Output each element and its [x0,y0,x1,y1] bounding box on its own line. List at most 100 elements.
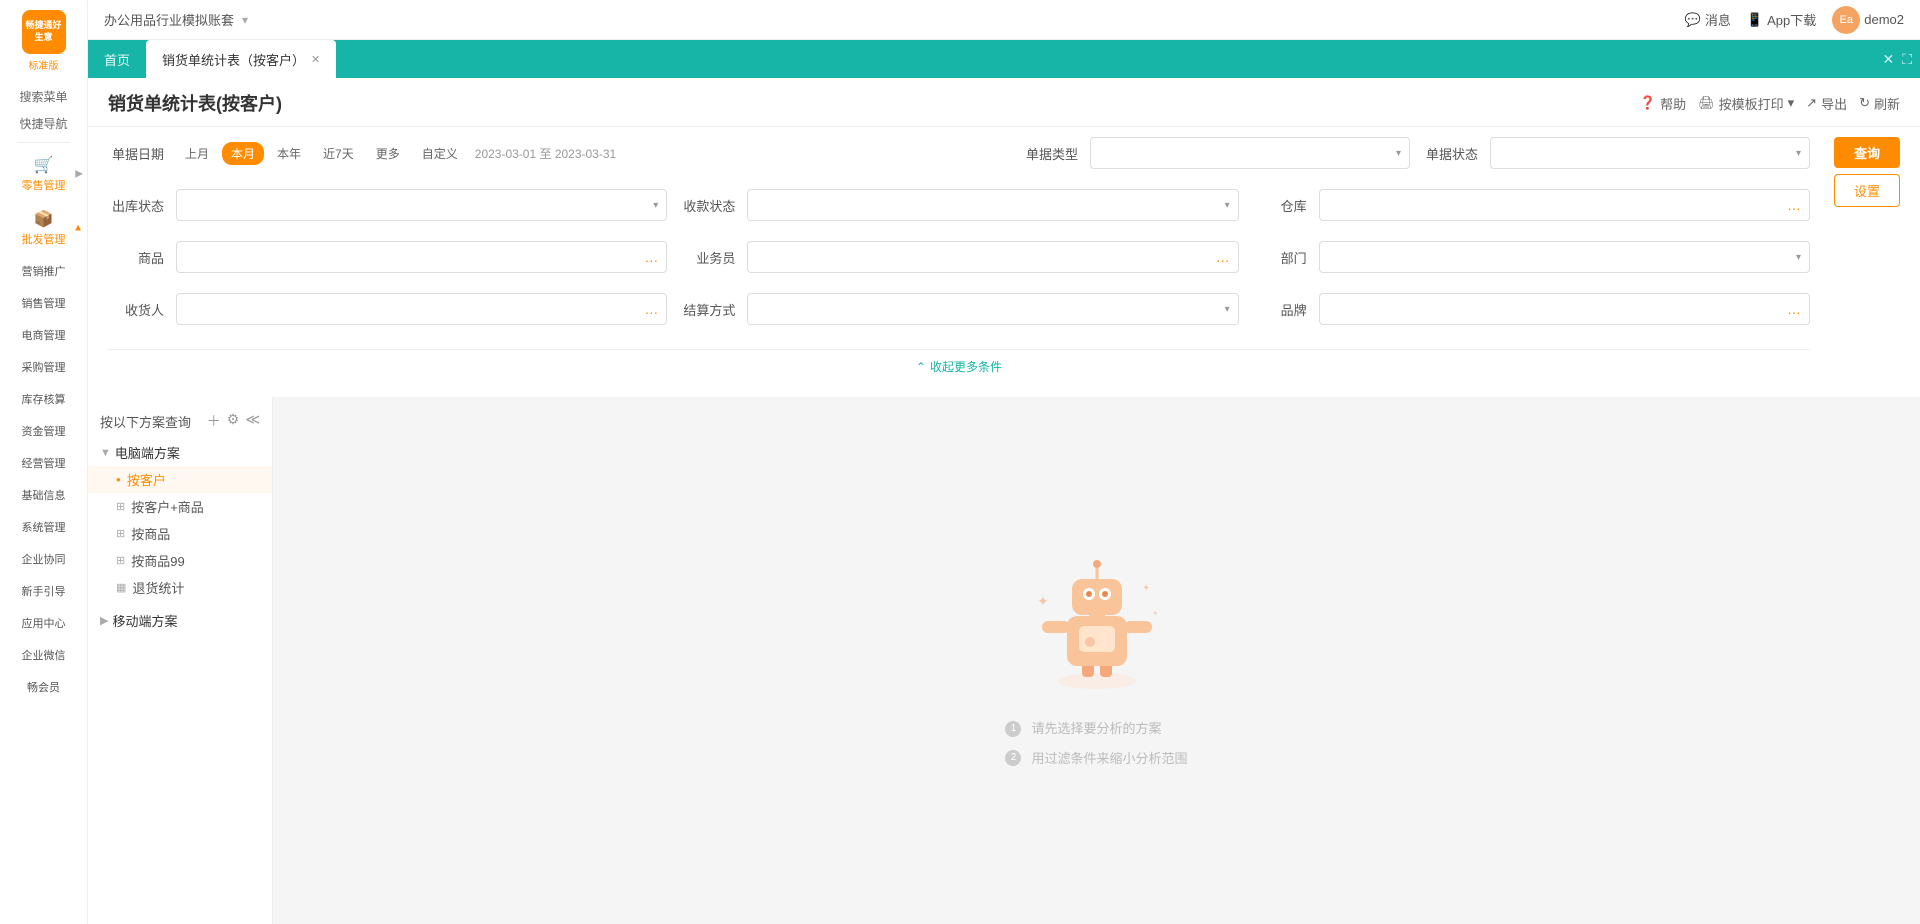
username-label: demo2 [1864,12,1904,27]
date-btn-last-month[interactable]: 上月 [176,142,218,165]
chevron-down-icon-5: ▾ [1796,252,1801,263]
sidebar-item-wechat[interactable]: 企业微信 [0,639,87,671]
add-scheme-icon[interactable]: ＋ [207,411,221,431]
settings-scheme-icon[interactable]: ⚙ [227,411,240,431]
sidebar-item-inventory[interactable]: 库存核算 [0,383,87,415]
pc-group-label: 电脑端方案 [115,443,180,462]
consignee-input[interactable]: … [176,293,667,325]
hint-text-2: 用过滤条件来缩小分析范围 [1031,747,1187,770]
page-title: 销货单统计表(按客户) [108,90,282,116]
date-range-display: 2023-03-01 至 2023-03-31 [475,145,616,162]
chevron-down-icon-2: ▾ [1796,148,1801,159]
warehouse-label: 仓库 [1251,196,1307,215]
body-area: 按以下方案查询 ＋ ⚙ ≪ ▼ 电脑端方案 ● 按客户 [88,397,1920,924]
tab-close-icon[interactable]: ✕ [311,53,320,66]
sidebar-item-basic[interactable]: 基础信息 [0,479,87,511]
close-window-icon[interactable]: ✕ [1882,51,1894,68]
date-btn-this-year[interactable]: 本年 [268,142,310,165]
tree-item-by-customer-product[interactable]: ⊞ 按客户+商品 [88,493,272,520]
out-status-select[interactable]: ▾ [176,189,667,221]
tabbar: 首页 销货单统计表（按客户） ✕ ✕ ⛶ [88,40,1920,78]
collapse-icon: ⌃ [916,360,926,374]
product-dots-icon[interactable]: … [644,249,658,265]
chevron-down-icon-4: ▾ [1225,200,1230,211]
empty-hints: 1 请先选择要分析的方案 2 用过滤条件来缩小分析范围 [1005,717,1187,770]
sidebar-item-guide[interactable]: 新手引导 [0,575,87,607]
chevron-down-icon: ▾ [1396,148,1401,159]
sidebar-item-operation[interactable]: 经营管理 [0,447,87,479]
doc-type-select[interactable]: ▾ [1090,137,1410,169]
product-input[interactable]: … [176,241,667,273]
date-btn-custom[interactable]: 自定义 [413,142,467,165]
date-btn-more[interactable]: 更多 [367,142,409,165]
filter-row-2: 出库状态 ▾ 收款状态 ▾ 仓库 … [108,189,1810,221]
sidebar-item-retail[interactable]: 🛒 零售管理 ▶ [0,147,87,201]
tree-item-by-product[interactable]: ⊞ 按商品 [88,520,272,547]
message-icon: 💬 [1685,12,1701,28]
payment-status-select[interactable]: ▾ [747,189,1238,221]
tree-item-by-customer[interactable]: ● 按客户 [88,466,272,493]
chevron-down-icon-6: ▾ [1225,304,1230,315]
query-button[interactable]: 查询 [1834,137,1900,168]
collapse-button[interactable]: ⌃ 收起更多条件 [904,354,1014,379]
tab-home[interactable]: 首页 [88,40,146,78]
message-button[interactable]: 💬 消息 [1685,10,1731,29]
brand-dots-icon[interactable]: … [1787,301,1801,317]
settlement-select[interactable]: ▾ [747,293,1238,325]
salesman-input[interactable]: … [747,241,1238,273]
sidebar-item-sales[interactable]: 销售管理 [0,287,87,319]
collapse-panel-icon[interactable]: ≪ [245,411,260,431]
hint-num-2: 2 [1005,750,1021,766]
maximize-icon[interactable]: ⛶ [1902,51,1912,68]
filter-area: 单据日期 上月 本月 本年 近7天 更多 自定义 2023-03-01 至 20… [88,127,1920,397]
content-area: 销货单统计表(按客户) ❓ 帮助 🖨 按模板打印 ▾ ↗ 导出 [88,78,1920,924]
consignee-label: 收货人 [108,300,164,319]
department-select[interactable]: ▾ [1319,241,1810,273]
mobile-group: ▶ 移动端方案 [88,605,272,634]
logo-icon: 畅捷通好生意 [22,10,66,54]
doc-status-label: 单据状态 [1422,144,1478,163]
dots-icon[interactable]: … [1787,197,1801,213]
print-button[interactable]: 🖨 按模板打印 ▾ [1698,94,1794,113]
sidebar-item-finance[interactable]: 资金管理 [0,415,87,447]
date-btn-last7[interactable]: 近7天 [314,142,363,165]
sidebar-item-system[interactable]: 系统管理 [0,511,87,543]
sidebar-item-member[interactable]: 畅会员 [0,671,87,703]
hint-text-1: 请先选择要分析的方案 [1031,717,1161,740]
sidebar-item-marketing[interactable]: 营销推广 [0,255,87,287]
sidebar-item-enterprise[interactable]: 企业协同 [0,543,87,575]
pc-expand-icon[interactable]: ▼ [100,447,111,459]
sidebar-item-ecommerce[interactable]: 电商管理 [0,319,87,351]
export-button[interactable]: ↗ 导出 [1806,94,1847,113]
brand-label: 品牌 [1251,300,1307,319]
consignee-dots-icon[interactable]: … [644,301,658,317]
tree-item-return-stat[interactable]: ▦ 退货统计 [88,574,272,601]
sidebar-item-appcenter[interactable]: 应用中心 [0,607,87,639]
page-title-row: 销货单统计表(按客户) ❓ 帮助 🖨 按模板打印 ▾ ↗ 导出 [108,90,1900,116]
user-menu[interactable]: Ea demo2 [1832,6,1904,34]
filter-row-3: 商品 … 业务员 … 部门 ▾ [108,241,1810,273]
brand-input[interactable]: … [1319,293,1810,325]
search-menu-item[interactable]: 搜索菜单 [19,78,67,109]
wholesale-icon: 📦 [34,209,54,229]
print-icon: 🖨 [1698,95,1715,111]
print-dropdown-icon[interactable]: ▾ [1788,95,1795,111]
settings-button[interactable]: 设置 [1834,174,1900,207]
tree-item-by-product-99[interactable]: ⊞ 按商品99 [88,547,272,574]
refresh-button[interactable]: ↻ 刷新 [1859,94,1900,113]
tab-sales-stat[interactable]: 销货单统计表（按客户） ✕ [146,40,336,78]
sidebar-item-wholesale[interactable]: 📦 批发管理 ▲ [0,201,87,255]
out-status-label: 出库状态 [108,196,164,215]
quick-nav-item[interactable]: 快捷导航 [19,109,67,138]
topbar-dropdown-icon[interactable]: ▾ [242,13,248,27]
help-button[interactable]: ❓ 帮助 [1640,94,1686,113]
salesman-dots-icon[interactable]: … [1216,249,1230,265]
sidebar-divider [17,142,69,143]
app-download-button[interactable]: 📱 App下载 [1747,10,1816,29]
logo-label: 标准版 [29,57,59,72]
sidebar-item-purchase[interactable]: 采购管理 [0,351,87,383]
doc-status-select[interactable]: ▾ [1490,137,1810,169]
date-btn-this-month[interactable]: 本月 [222,142,264,165]
warehouse-input[interactable]: … [1319,189,1810,221]
mobile-expand-icon[interactable]: ▶ [100,614,108,627]
